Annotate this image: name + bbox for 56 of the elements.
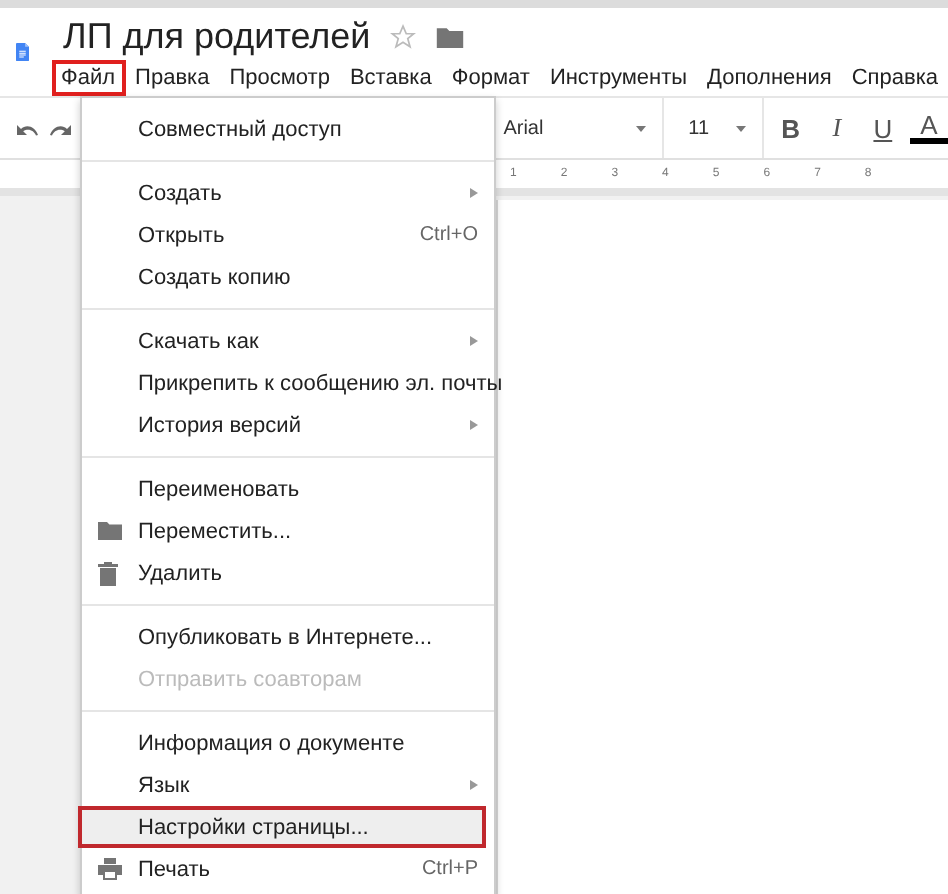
menu-item[interactable]: Печать Ctrl+P — [82, 848, 494, 890]
menu-item[interactable]: История версий — [82, 404, 494, 446]
menu-item[interactable]: Язык — [82, 764, 494, 806]
menu-item[interactable]: Настройки страницы... — [78, 806, 486, 848]
menu-bar-item[interactable]: Формат — [441, 60, 540, 96]
menu-bar-item[interactable]: Дополнения — [697, 60, 842, 96]
font-size-value: 11 — [688, 117, 710, 139]
menu-item-label: Отправить соавторам — [138, 667, 364, 691]
menu-item[interactable]: Создать копию — [82, 256, 494, 298]
caret-icon — [636, 125, 647, 131]
menu-item-label: Создать копию — [138, 265, 293, 289]
underline-button[interactable]: U — [863, 113, 902, 143]
menu-item[interactable]: Удалить — [82, 552, 494, 594]
menu-bar-item[interactable]: Вставка — [339, 60, 442, 96]
menu-bar-item[interactable]: Файл — [51, 60, 126, 96]
folder-icon[interactable] — [436, 26, 465, 48]
menu-bar-item[interactable]: Инструменты — [539, 60, 698, 96]
menu-item-label: Удалить — [138, 561, 224, 585]
menu-item-label: Печать — [138, 857, 213, 881]
printer-icon — [98, 858, 122, 880]
menu-item-label: Язык — [138, 773, 192, 797]
menu-item-label: Совместный доступ — [138, 117, 344, 141]
menu-bar-item[interactable]: Правка — [125, 60, 220, 96]
undo-icon[interactable] — [16, 120, 40, 136]
bold-button[interactable]: B — [771, 113, 810, 143]
menu-item-label: Скачать как — [138, 329, 261, 353]
menu-item-label: Опубликовать в Интернете... — [138, 625, 435, 649]
document-title[interactable]: ЛП для родителей — [63, 16, 371, 58]
menu-item[interactable]: Скачать как — [82, 320, 494, 362]
star-icon[interactable] — [390, 24, 417, 50]
menu-item-label: Открыть — [138, 223, 227, 247]
menu-item-label: История версий — [138, 413, 303, 437]
trash-icon — [98, 562, 118, 586]
menu-item-label: Информация о документе — [138, 731, 407, 755]
menu-bar-item[interactable]: Справка — [841, 60, 948, 96]
menu-bar-item[interactable]: Просмотр — [219, 60, 340, 96]
redo-icon[interactable] — [48, 120, 72, 136]
italic-button[interactable]: I — [817, 112, 856, 144]
menu-item[interactable]: Информация о документе — [82, 722, 494, 764]
keyboard-shortcut: Ctrl+O — [419, 224, 478, 246]
menu-item[interactable]: Опубликовать в Интернете... — [82, 616, 494, 658]
font-size-dropdown[interactable]: 11 — [664, 98, 764, 158]
menu-item-label: Создать — [138, 181, 224, 205]
caret-icon — [735, 125, 746, 131]
keyboard-shortcut: Ctrl+P — [421, 858, 478, 880]
text-color-button[interactable]: A — [909, 112, 948, 144]
font-name: Arial — [503, 117, 544, 139]
menu-item[interactable]: Создать — [82, 172, 494, 214]
folder-icon — [98, 520, 122, 540]
menu-item[interactable]: Переименовать — [82, 468, 494, 510]
menu-item[interactable]: Переместить... — [82, 510, 494, 552]
menu-item-label: Настройки страницы... — [138, 815, 371, 839]
menu-item-label: Переименовать — [138, 477, 302, 501]
menu-item[interactable]: Открыть Ctrl+O — [82, 214, 494, 256]
menu-item-label: Прикрепить к сообщению эл. почты — [138, 371, 503, 395]
menu-item-label: Переместить... — [138, 519, 294, 543]
